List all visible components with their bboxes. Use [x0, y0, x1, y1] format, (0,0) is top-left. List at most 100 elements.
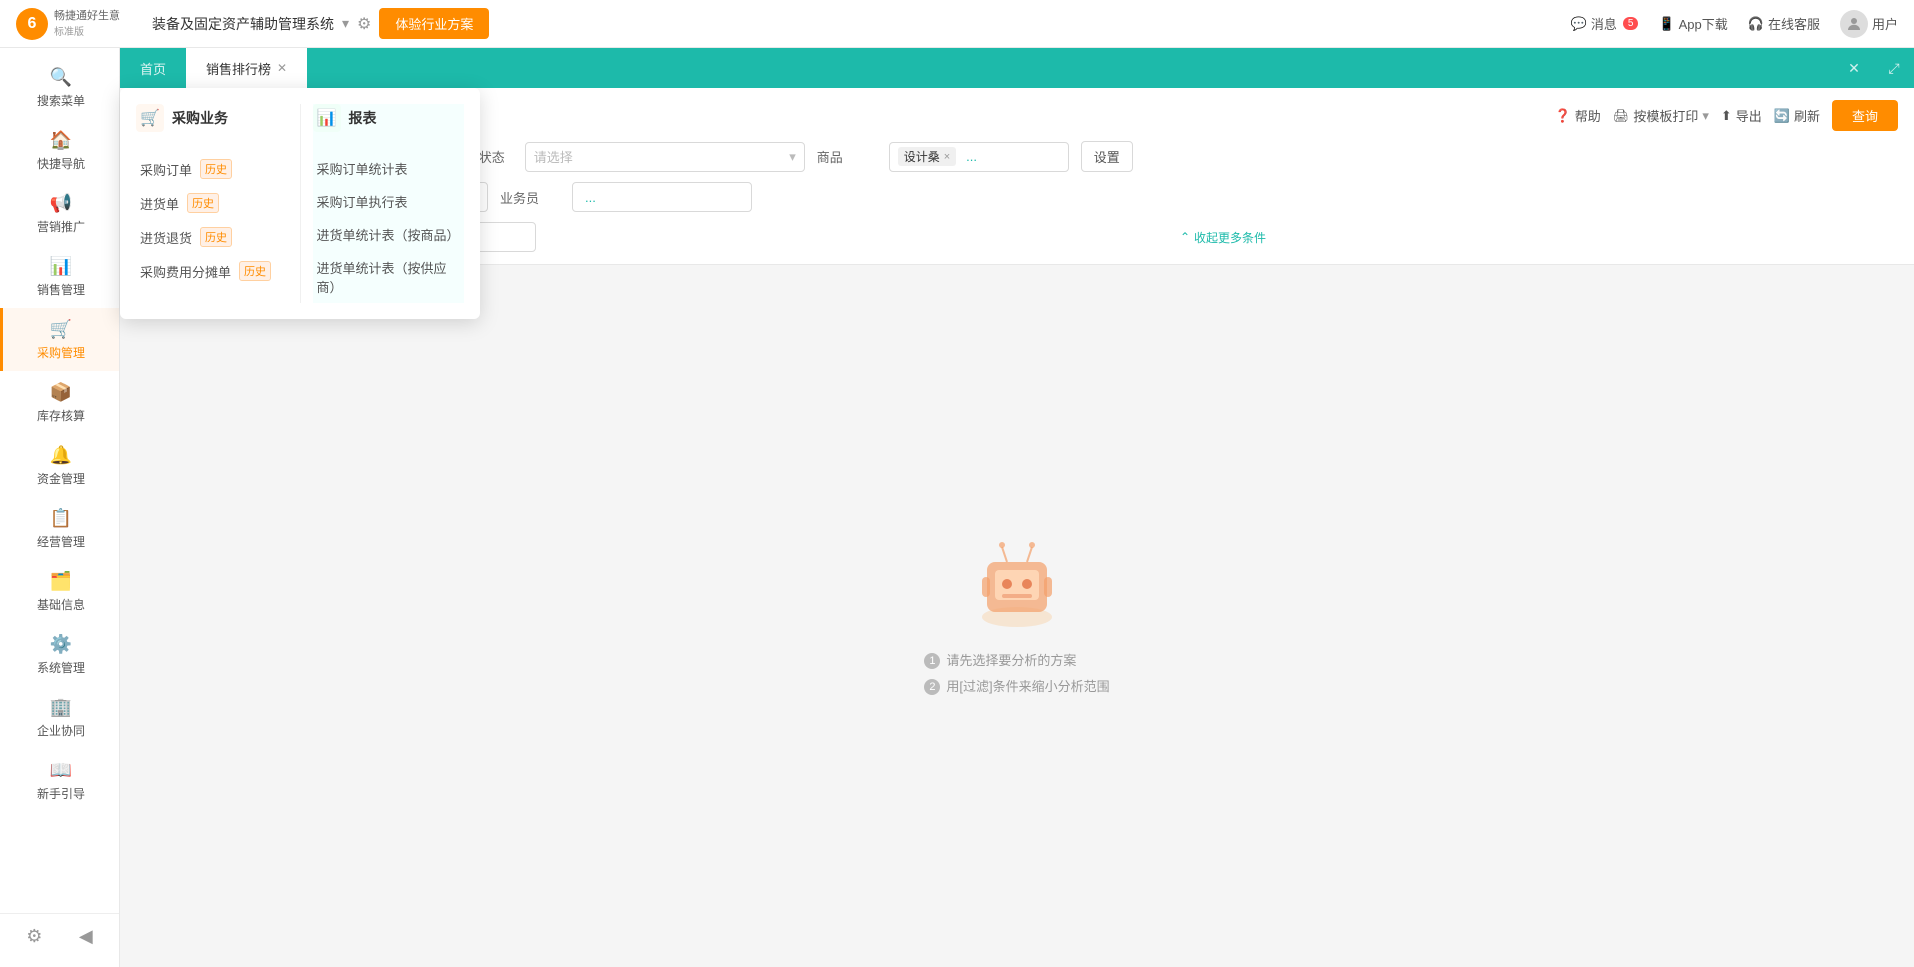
sidebar-item-inventory[interactable]: 📦 库存核算: [0, 371, 119, 434]
username: 用户: [1872, 14, 1898, 33]
dropdown-item-report-2[interactable]: 进货单统计表（按商品）: [313, 218, 465, 251]
marketing-icon: 📢: [50, 192, 72, 214]
user-btn[interactable]: 用户: [1840, 10, 1898, 38]
app-download-btn[interactable]: 📱 App下载: [1658, 14, 1727, 33]
sidebar-item-quick[interactable]: 🏠 快捷导航: [0, 119, 119, 182]
avatar: [1840, 10, 1868, 38]
purchase-col: 🛒 采购业务 采购订单 历史 进货单 历史 进货退货 历史 采购费用分摊单 历史: [136, 104, 288, 303]
finance-icon: 🔔: [50, 444, 72, 466]
sidebar-item-newbie[interactable]: 📖 新手引导: [0, 749, 119, 812]
sidebar-item-sales[interactable]: 📊 销售管理: [0, 245, 119, 308]
empty-state: 1 请先选择要分析的方案 2 用[过滤]条件来缩小分析范围: [120, 265, 1914, 967]
tab-expand-btn[interactable]: ⤢: [1874, 48, 1914, 88]
dropdown-divider: [300, 104, 301, 303]
purchase-col-title: 采购业务: [172, 108, 228, 128]
doc-status-select[interactable]: 请选择 ▾: [525, 142, 805, 172]
sidebar-item-finance[interactable]: 🔔 资金管理: [0, 434, 119, 497]
sidebar-item-basic[interactable]: 🗂️ 基础信息: [0, 560, 119, 623]
goods-more-dots[interactable]: ...: [966, 149, 977, 164]
goods-label: 商品: [817, 147, 877, 166]
print-dropdown-icon[interactable]: ▾: [1702, 108, 1709, 124]
dropdown-item-purchase-cost[interactable]: 采购费用分摊单 历史: [136, 254, 288, 288]
sidebar-settings-btn[interactable]: ⚙: [26, 926, 42, 947]
report-col-icon: 📊: [313, 104, 341, 132]
tab-sales-rank[interactable]: 销售排行榜 ✕: [186, 48, 307, 88]
query-button[interactable]: 查询: [1832, 100, 1898, 131]
top-header: 6 畅捷通好生意 标准版 装备及固定资产辅助管理系统 ▾ ⚙ 体验行业方案 💬 …: [0, 0, 1914, 48]
sidebar-collapse-btn[interactable]: ◀: [79, 926, 93, 947]
toolbar-right: ❓ 帮助 🖨 按模板打印 ▾ ⬆ 导出 🔄 刷新: [1555, 100, 1898, 131]
sidebar-item-marketing[interactable]: 📢 营销推广: [0, 182, 119, 245]
hist-badge-2: 历史: [200, 227, 232, 247]
report-col: 📊 报表 采购订单统计表 采购订单执行表 进货单统计表（按商品） 进货单统计表（…: [313, 104, 465, 303]
settings-button[interactable]: 设置: [1081, 141, 1133, 172]
dropdown-item-purchase-order[interactable]: 采购订单 历史: [136, 152, 288, 186]
enterprise-icon: 🏢: [50, 696, 72, 718]
tab-close-icon[interactable]: ✕: [277, 61, 287, 75]
export-btn[interactable]: ⬆ 导出: [1721, 106, 1762, 125]
operation-icon: 📋: [50, 507, 72, 529]
message-badge: 5: [1623, 17, 1639, 30]
collapse-icon: ⌃: [1180, 230, 1190, 244]
app-name: 畅捷通好生意: [54, 9, 120, 23]
newbie-icon: 📖: [50, 759, 72, 781]
printer-icon: 🖨: [1613, 108, 1630, 124]
sidebar-item-search[interactable]: 🔍 搜索菜单: [0, 56, 119, 119]
hist-badge-3: 历史: [239, 261, 271, 281]
purchase-dropdown-menu: 🛒 采购业务 采购订单 历史 进货单 历史 进货退货 历史 采购费用分摊单 历史: [120, 88, 480, 319]
empty-illustration: [957, 532, 1077, 632]
industry-btn[interactable]: 体验行业方案: [379, 8, 489, 39]
sidebar-item-purchase[interactable]: 🛒 采购管理: [0, 308, 119, 371]
chevron-down-icon[interactable]: ▾: [342, 15, 349, 32]
inventory-icon: 📦: [50, 381, 72, 403]
step2-num: 2: [924, 679, 940, 695]
sidebar-bottom: ⚙ ◀: [0, 913, 119, 959]
salesman-dots[interactable]: ...: [585, 190, 596, 205]
settings-icon[interactable]: ⚙: [357, 14, 371, 34]
purchase-col-icon: 🛒: [136, 104, 164, 132]
report-col-title: 报表: [349, 108, 377, 128]
tab-bar: 首页 销售排行榜 ✕ ✕ ⤢: [120, 48, 1914, 88]
logo-area: 6 畅捷通好生意 标准版: [16, 8, 136, 40]
system-title-area: 装备及固定资产辅助管理系统 ▾ ⚙ 体验行业方案: [136, 8, 1571, 39]
dropdown-item-stock-in[interactable]: 进货单 历史: [136, 186, 288, 220]
dropdown-item-stock-return[interactable]: 进货退货 历史: [136, 220, 288, 254]
headset-icon: 🎧: [1748, 16, 1764, 32]
sidebar-item-system[interactable]: ⚙️ 系统管理: [0, 623, 119, 686]
report-col-header: 📊 报表: [313, 104, 465, 140]
search-icon: 🔍: [50, 66, 72, 88]
empty-text: 1 请先选择要分析的方案 2 用[过滤]条件来缩小分析范围: [924, 648, 1109, 700]
salesman-input[interactable]: ...: [572, 182, 752, 212]
header-right: 💬 消息 5 📱 App下载 🎧 在线客服 用户: [1571, 10, 1898, 38]
print-btn[interactable]: 🖨 按模板打印 ▾: [1613, 106, 1709, 125]
online-service-btn[interactable]: 🎧 在线客服: [1748, 14, 1820, 33]
help-btn[interactable]: ❓ 帮助: [1555, 106, 1601, 125]
dropdown-item-report-3[interactable]: 进货单统计表（按供应商）: [313, 251, 465, 303]
purchase-col-header: 🛒 采购业务: [136, 104, 288, 140]
tab-home[interactable]: 首页: [120, 48, 186, 88]
refresh-icon: 🔄: [1774, 108, 1790, 124]
app-version: 标准版: [54, 23, 120, 38]
goods-input[interactable]: 设计桑 × ...: [889, 142, 1069, 172]
export-icon: ⬆: [1721, 108, 1732, 124]
message-btn[interactable]: 💬 消息 5: [1571, 14, 1639, 33]
sales-icon: 📊: [50, 255, 72, 277]
step1-num: 1: [924, 653, 940, 669]
sidebar: 🔍 搜索菜单 🏠 快捷导航 📢 营销推广 📊 销售管理 🛒 采购管理 📦 库存核…: [0, 48, 120, 967]
tab-close-btn[interactable]: ✕: [1834, 48, 1874, 88]
message-icon: 💬: [1571, 16, 1587, 32]
dropdown-item-report-1[interactable]: 采购订单执行表: [313, 185, 465, 218]
system-title-text: 装备及固定资产辅助管理系统: [152, 14, 334, 34]
basic-icon: 🗂️: [50, 570, 72, 592]
sidebar-item-operation[interactable]: 📋 经营管理: [0, 497, 119, 560]
system-icon: ⚙️: [50, 633, 72, 655]
salesman-label: 业务员: [500, 188, 560, 207]
refresh-btn[interactable]: 🔄 刷新: [1774, 106, 1820, 125]
dropdown-item-report-0[interactable]: 采购订单统计表: [313, 152, 465, 185]
tag-close-icon[interactable]: ×: [944, 151, 950, 163]
tab-bar-actions: ✕ ⤢: [1834, 48, 1914, 88]
sidebar-item-enterprise[interactable]: 🏢 企业协同: [0, 686, 119, 749]
home-icon: 🏠: [50, 129, 72, 151]
hist-badge-0: 历史: [200, 159, 232, 179]
collapse-btn[interactable]: ⌃ 收起更多条件: [1180, 229, 1266, 246]
